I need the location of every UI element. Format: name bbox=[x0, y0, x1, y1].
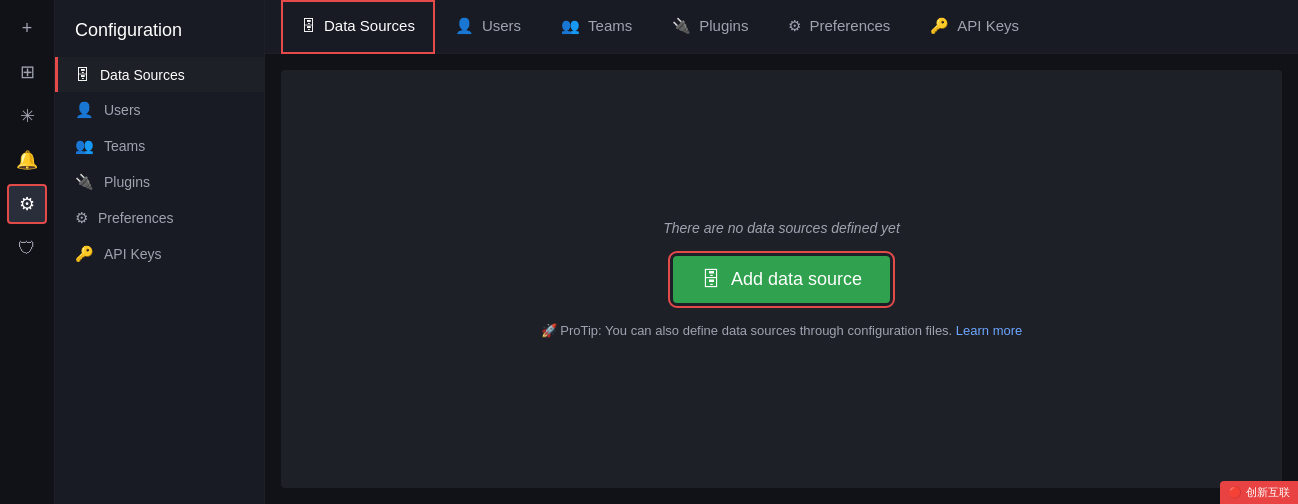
plus-icon: + bbox=[22, 18, 33, 39]
watermark-text: 创新互联 bbox=[1246, 485, 1290, 500]
dashboard-icon: ⊞ bbox=[20, 61, 35, 83]
tab-plugins-icon: 🔌 bbox=[672, 17, 691, 35]
main-content: 🗄 Data Sources 👤 Users 👥 Teams 🔌 Plugins… bbox=[265, 0, 1298, 504]
protip-message: 🚀 ProTip: You can also define data sourc… bbox=[541, 323, 1023, 338]
tab-plugins[interactable]: 🔌 Plugins bbox=[652, 0, 768, 54]
configuration-icon-button[interactable]: ⚙ bbox=[7, 184, 47, 224]
sidebar-item-data-sources-label: Data Sources bbox=[100, 67, 185, 83]
teams-nav-icon: 👥 bbox=[75, 137, 94, 155]
tab-teams[interactable]: 👥 Teams bbox=[541, 0, 652, 54]
data-sources-nav-icon: 🗄 bbox=[75, 66, 90, 83]
tab-users[interactable]: 👤 Users bbox=[435, 0, 541, 54]
add-datasource-icon: 🗄 bbox=[701, 268, 721, 291]
server-admin-icon-button[interactable]: 🛡 bbox=[7, 228, 47, 268]
users-nav-icon: 👤 bbox=[75, 101, 94, 119]
sidebar-item-teams-label: Teams bbox=[104, 138, 145, 154]
preferences-nav-icon: ⚙ bbox=[75, 209, 88, 227]
sidebar-item-teams[interactable]: 👥 Teams bbox=[55, 128, 264, 164]
dashboard-icon-button[interactable]: ⊞ bbox=[7, 52, 47, 92]
tab-data-sources[interactable]: 🗄 Data Sources bbox=[281, 0, 435, 54]
tab-preferences[interactable]: ⚙ Preferences bbox=[768, 0, 910, 54]
add-icon-button[interactable]: + bbox=[7, 8, 47, 48]
sidebar-item-preferences-label: Preferences bbox=[98, 210, 173, 226]
tab-data-sources-icon: 🗄 bbox=[301, 17, 316, 34]
sidebar-item-users[interactable]: 👤 Users bbox=[55, 92, 264, 128]
tab-teams-label: Teams bbox=[588, 17, 632, 34]
tab-data-sources-label: Data Sources bbox=[324, 17, 415, 34]
sidebar-item-users-label: Users bbox=[104, 102, 141, 118]
protip-text-content: ProTip: You can also define data sources… bbox=[560, 323, 952, 338]
tab-users-icon: 👤 bbox=[455, 17, 474, 35]
gear-icon: ⚙ bbox=[19, 193, 35, 215]
content-area: There are no data sources defined yet 🗄 … bbox=[281, 70, 1282, 488]
tab-preferences-icon: ⚙ bbox=[788, 17, 801, 35]
sidebar-item-plugins[interactable]: 🔌 Plugins bbox=[55, 164, 264, 200]
tab-plugins-label: Plugins bbox=[699, 17, 748, 34]
add-datasource-label: Add data source bbox=[731, 269, 862, 290]
tab-users-label: Users bbox=[482, 17, 521, 34]
tab-api-keys[interactable]: 🔑 API Keys bbox=[910, 0, 1039, 54]
bell-icon: 🔔 bbox=[16, 149, 38, 171]
add-data-source-button[interactable]: 🗄 Add data source bbox=[673, 256, 890, 303]
alerting-icon-button[interactable]: 🔔 bbox=[7, 140, 47, 180]
learn-more-link[interactable]: Learn more bbox=[956, 323, 1022, 338]
tab-api-keys-label: API Keys bbox=[957, 17, 1019, 34]
sidebar-item-api-keys-label: API Keys bbox=[104, 246, 162, 262]
empty-state-message: There are no data sources defined yet bbox=[663, 220, 900, 236]
shield-icon: 🛡 bbox=[18, 238, 36, 259]
sidebar-item-plugins-label: Plugins bbox=[104, 174, 150, 190]
tab-api-keys-icon: 🔑 bbox=[930, 17, 949, 35]
watermark: 🔴 创新互联 bbox=[1220, 481, 1298, 504]
compass-icon: ✳ bbox=[20, 105, 35, 127]
explore-icon-button[interactable]: ✳ bbox=[7, 96, 47, 136]
top-nav: 🗄 Data Sources 👤 Users 👥 Teams 🔌 Plugins… bbox=[265, 0, 1298, 54]
sidebar-item-preferences[interactable]: ⚙ Preferences bbox=[55, 200, 264, 236]
sidebar-icon-panel: + ⊞ ✳ 🔔 ⚙ 🛡 bbox=[0, 0, 55, 504]
api-keys-nav-icon: 🔑 bbox=[75, 245, 94, 263]
sidebar-item-api-keys[interactable]: 🔑 API Keys bbox=[55, 236, 264, 272]
plugins-nav-icon: 🔌 bbox=[75, 173, 94, 191]
protip-icon: 🚀 bbox=[541, 323, 557, 338]
watermark-icon: 🔴 bbox=[1228, 486, 1242, 499]
tab-preferences-label: Preferences bbox=[809, 17, 890, 34]
tab-teams-icon: 👥 bbox=[561, 17, 580, 35]
sidebar-item-data-sources[interactable]: 🗄 Data Sources bbox=[55, 57, 264, 92]
configuration-panel: Configuration 🗄 Data Sources 👤 Users 👥 T… bbox=[55, 0, 265, 504]
config-panel-title: Configuration bbox=[55, 20, 264, 57]
